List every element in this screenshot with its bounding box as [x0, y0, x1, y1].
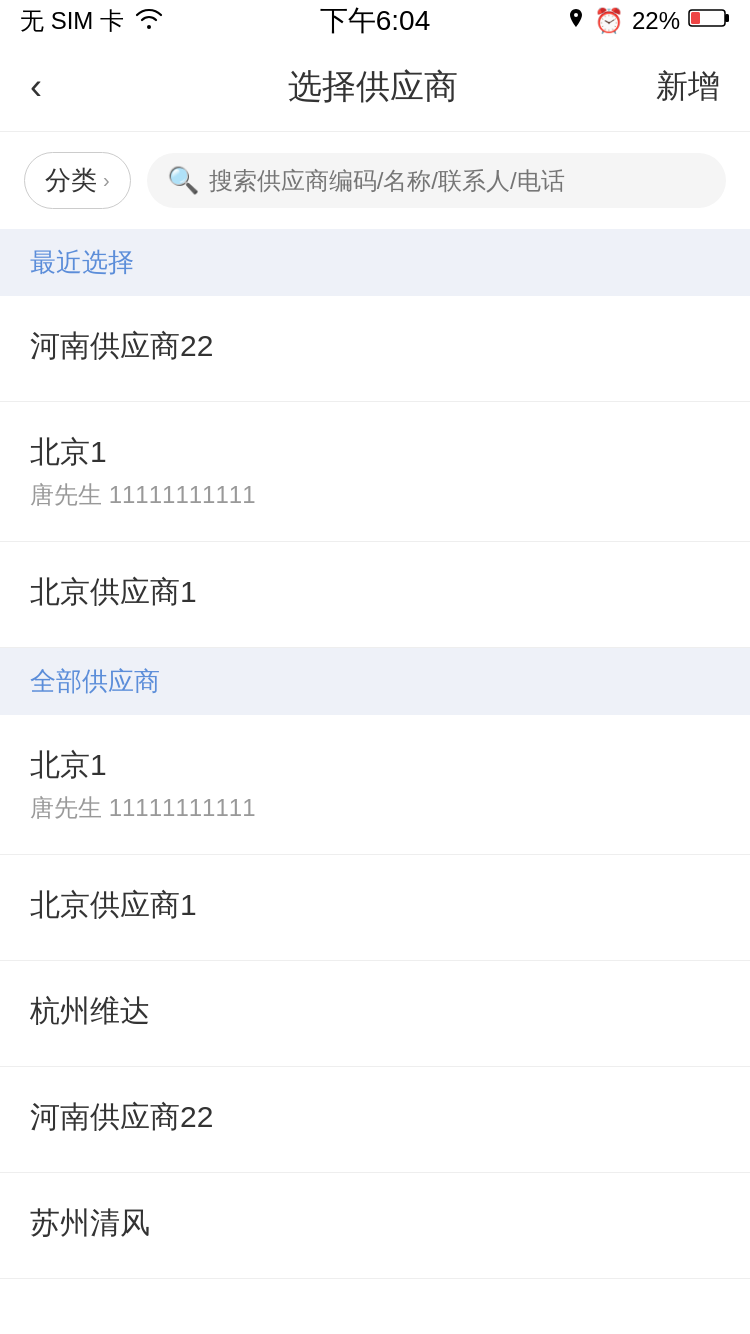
status-bar-left: 无 SIM 卡	[20, 5, 164, 37]
battery-label: 22%	[632, 7, 680, 35]
item-name: 北京1	[30, 432, 720, 473]
item-name: 北京供应商1	[30, 572, 720, 613]
item-name: 河南供应商22	[30, 326, 720, 367]
item-sub: 唐先生 11111111111	[30, 479, 720, 511]
status-bar-time: 下午6:04	[320, 2, 431, 40]
battery-icon	[688, 7, 730, 35]
section-header-all: 全部供应商	[0, 648, 750, 715]
filter-bar: 分类 › 🔍	[0, 132, 750, 229]
search-input[interactable]	[209, 167, 706, 195]
category-label: 分类	[45, 163, 97, 198]
list-item[interactable]: 北京1 唐先生 11111111111	[0, 402, 750, 542]
svg-rect-2	[691, 12, 700, 24]
wifi-icon	[134, 7, 164, 35]
nav-bar: ‹ 选择供应商 新增	[0, 42, 750, 132]
category-button[interactable]: 分类 ›	[24, 152, 131, 209]
item-name: 杭州维达	[30, 991, 720, 1032]
list-item[interactable]: 河南供应商22	[0, 296, 750, 402]
location-icon	[566, 7, 586, 35]
section-header-recent: 最近选择	[0, 229, 750, 296]
list-item[interactable]: 北京供应商1	[0, 855, 750, 961]
back-button[interactable]: ‹	[30, 66, 90, 108]
status-bar-right: ⏰ 22%	[566, 7, 730, 35]
search-icon: 🔍	[167, 165, 199, 196]
svg-rect-1	[725, 14, 729, 22]
list-item[interactable]: 北京供应商1	[0, 542, 750, 648]
list-item[interactable]: 河南供应商22	[0, 1067, 750, 1173]
search-box: 🔍	[147, 153, 726, 208]
alarm-icon: ⏰	[594, 7, 624, 35]
item-sub: 唐先生 11111111111	[30, 792, 720, 824]
item-name: 苏州清风	[30, 1203, 720, 1244]
list-item[interactable]: 苏州清风	[0, 1173, 750, 1279]
list-item[interactable]: 北京1 唐先生 11111111111	[0, 715, 750, 855]
sim-label: 无 SIM 卡	[20, 5, 124, 37]
section-header-text-all: 全部供应商	[30, 666, 160, 696]
section-header-text-recent: 最近选择	[30, 247, 134, 277]
item-name: 北京供应商1	[30, 885, 720, 926]
item-name: 河南供应商22	[30, 1097, 720, 1138]
list-item[interactable]: 杭州维达	[0, 961, 750, 1067]
item-name: 北京1	[30, 745, 720, 786]
new-action-button[interactable]: 新增	[656, 65, 720, 109]
supplier-list: 最近选择河南供应商22 北京1 唐先生 11111111111 北京供应商1 全部供应商…	[0, 229, 750, 1279]
page-title: 选择供应商	[288, 64, 458, 110]
status-bar: 无 SIM 卡 下午6:04 ⏰ 22%	[0, 0, 750, 42]
chevron-right-icon: ›	[103, 169, 110, 192]
